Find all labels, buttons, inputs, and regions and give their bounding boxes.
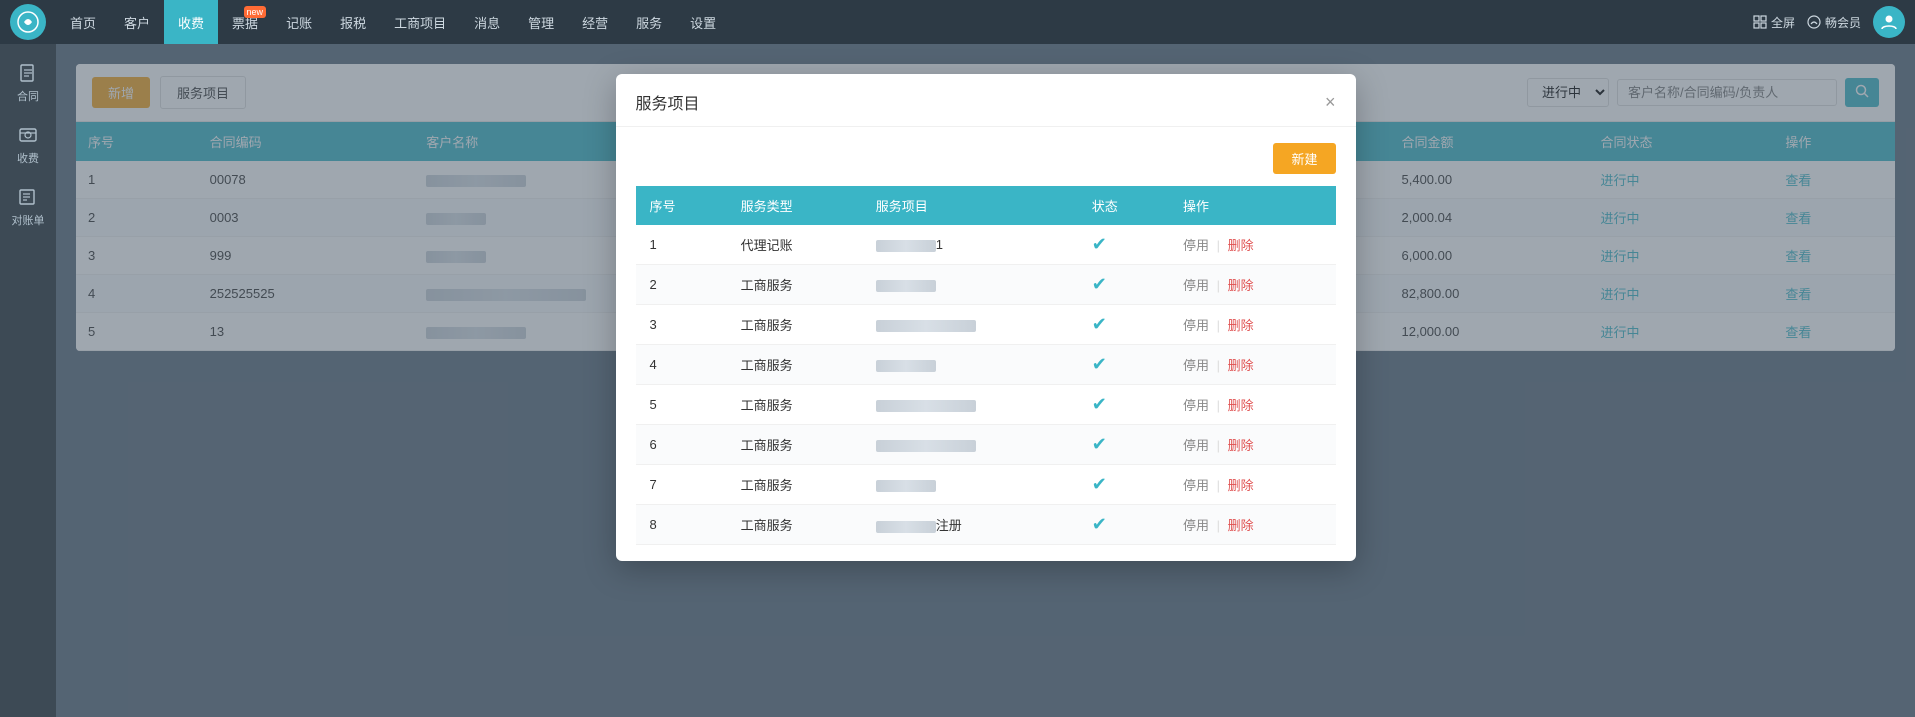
delete-button[interactable]: 删除 bbox=[1228, 478, 1254, 493]
nav-item-service[interactable]: 服务 bbox=[622, 0, 676, 44]
blurred-service-item bbox=[876, 280, 936, 292]
list-item: 3 工商服务 ✔ 停用 | 删除 bbox=[636, 305, 1336, 345]
delete-button[interactable]: 删除 bbox=[1228, 318, 1254, 333]
stop-button[interactable]: 停用 bbox=[1183, 438, 1209, 453]
status-check-icon: ✔ bbox=[1092, 474, 1107, 494]
service-items-table: 序号 服务类型 服务项目 状态 操作 1 代理记账 1 ✔ bbox=[636, 186, 1336, 545]
delete-button[interactable]: 删除 bbox=[1228, 518, 1254, 533]
top-navigation: 首页 客户 收费 票据 new 记账 报税 工商项目 消息 管理 经营 服务 设… bbox=[0, 0, 1915, 44]
blurred-service-item bbox=[876, 400, 976, 412]
app-logo bbox=[10, 4, 46, 40]
list-item: 7 工商服务 ✔ 停用 | 删除 bbox=[636, 465, 1336, 505]
new-badge: new bbox=[244, 6, 267, 18]
status-check-icon: ✔ bbox=[1092, 514, 1107, 534]
stop-button[interactable]: 停用 bbox=[1183, 238, 1209, 253]
nav-item-bookkeeping[interactable]: 记账 bbox=[272, 0, 326, 44]
sidebar-item-contract[interactable]: 合同 bbox=[3, 54, 53, 112]
stop-button[interactable]: 停用 bbox=[1183, 358, 1209, 373]
nav-item-fee[interactable]: 收费 bbox=[164, 0, 218, 44]
modal-body: 新建 序号 服务类型 服务项目 状态 操作 bbox=[616, 127, 1356, 561]
statement-icon bbox=[17, 186, 39, 208]
modal-title: 服务项目 bbox=[636, 90, 700, 114]
nav-item-manage[interactable]: 管理 bbox=[514, 0, 568, 44]
list-item: 4 工商服务 ✔ 停用 | 删除 bbox=[636, 345, 1336, 385]
delete-button[interactable]: 删除 bbox=[1228, 278, 1254, 293]
nav-item-customer[interactable]: 客户 bbox=[110, 0, 164, 44]
status-check-icon: ✔ bbox=[1092, 354, 1107, 374]
stop-button[interactable]: 停用 bbox=[1183, 278, 1209, 293]
list-item: 2 工商服务 ✔ 停用 | 删除 bbox=[636, 265, 1336, 305]
member-button[interactable]: 畅会员 bbox=[1807, 14, 1861, 31]
list-item: 6 工商服务 ✔ 停用 | 删除 bbox=[636, 425, 1336, 465]
modal-col-header-status: 状态 bbox=[1078, 186, 1169, 225]
user-avatar[interactable] bbox=[1873, 6, 1905, 38]
fullscreen-button[interactable]: 全屏 bbox=[1753, 14, 1795, 31]
status-check-icon: ✔ bbox=[1092, 314, 1107, 334]
left-sidebar: 合同 收费 对账单 bbox=[0, 44, 56, 717]
modal-col-header-action: 操作 bbox=[1169, 186, 1336, 225]
stop-button[interactable]: 停用 bbox=[1183, 398, 1209, 413]
modal-table-wrapper: 序号 服务类型 服务项目 状态 操作 1 代理记账 1 ✔ bbox=[636, 186, 1336, 545]
modal-close-button[interactable]: × bbox=[1325, 93, 1336, 111]
nav-item-bill[interactable]: 票据 new bbox=[218, 0, 272, 44]
top-nav-right: 全屏 畅会员 bbox=[1753, 6, 1905, 38]
modal-col-header-service-type: 服务类型 bbox=[727, 186, 862, 225]
modal-overlay: 服务项目 × 新建 序号 服务类型 服务项目 状态 操作 bbox=[56, 44, 1915, 717]
sidebar-item-fee[interactable]: 收费 bbox=[3, 116, 53, 174]
new-service-item-button[interactable]: 新建 bbox=[1273, 143, 1335, 174]
delete-button[interactable]: 删除 bbox=[1228, 358, 1254, 373]
nav-items: 首页 客户 收费 票据 new 记账 报税 工商项目 消息 管理 经营 服务 设… bbox=[56, 0, 730, 44]
modal-toolbar: 新建 bbox=[636, 143, 1336, 174]
modal-col-header-index: 序号 bbox=[636, 186, 727, 225]
stop-button[interactable]: 停用 bbox=[1183, 478, 1209, 493]
nav-item-messages[interactable]: 消息 bbox=[460, 0, 514, 44]
modal-col-header-service-item: 服务项目 bbox=[862, 186, 1078, 225]
status-check-icon: ✔ bbox=[1092, 394, 1107, 414]
blurred-service-item bbox=[876, 360, 936, 372]
blurred-service-item bbox=[876, 320, 976, 332]
nav-item-tax[interactable]: 报税 bbox=[326, 0, 380, 44]
status-check-icon: ✔ bbox=[1092, 234, 1107, 254]
nav-item-business[interactable]: 工商项目 bbox=[380, 0, 460, 44]
sidebar-item-statement[interactable]: 对账单 bbox=[3, 178, 53, 236]
delete-button[interactable]: 删除 bbox=[1228, 438, 1254, 453]
modal-table-header-row: 序号 服务类型 服务项目 状态 操作 bbox=[636, 186, 1336, 225]
list-item: 1 代理记账 1 ✔ 停用 | 删除 bbox=[636, 225, 1336, 265]
blurred-service-item bbox=[876, 240, 936, 252]
blurred-service-item bbox=[876, 440, 976, 452]
contract-icon bbox=[17, 62, 39, 84]
delete-button[interactable]: 删除 bbox=[1228, 238, 1254, 253]
service-items-modal: 服务项目 × 新建 序号 服务类型 服务项目 状态 操作 bbox=[616, 74, 1356, 561]
stop-button[interactable]: 停用 bbox=[1183, 318, 1209, 333]
nav-item-home[interactable]: 首页 bbox=[56, 0, 110, 44]
modal-header: 服务项目 × bbox=[616, 74, 1356, 127]
list-item: 5 工商服务 ✔ 停用 | 删除 bbox=[636, 385, 1336, 425]
status-check-icon: ✔ bbox=[1092, 434, 1107, 454]
blurred-service-item bbox=[876, 480, 936, 492]
list-item: 8 工商服务 注册 ✔ 停用 | 删除 bbox=[636, 505, 1336, 545]
delete-button[interactable]: 删除 bbox=[1228, 398, 1254, 413]
blurred-service-item bbox=[876, 521, 936, 533]
stop-button[interactable]: 停用 bbox=[1183, 518, 1209, 533]
nav-item-settings[interactable]: 设置 bbox=[676, 0, 730, 44]
nav-item-operation[interactable]: 经营 bbox=[568, 0, 622, 44]
status-check-icon: ✔ bbox=[1092, 274, 1107, 294]
fee-icon bbox=[17, 124, 39, 146]
